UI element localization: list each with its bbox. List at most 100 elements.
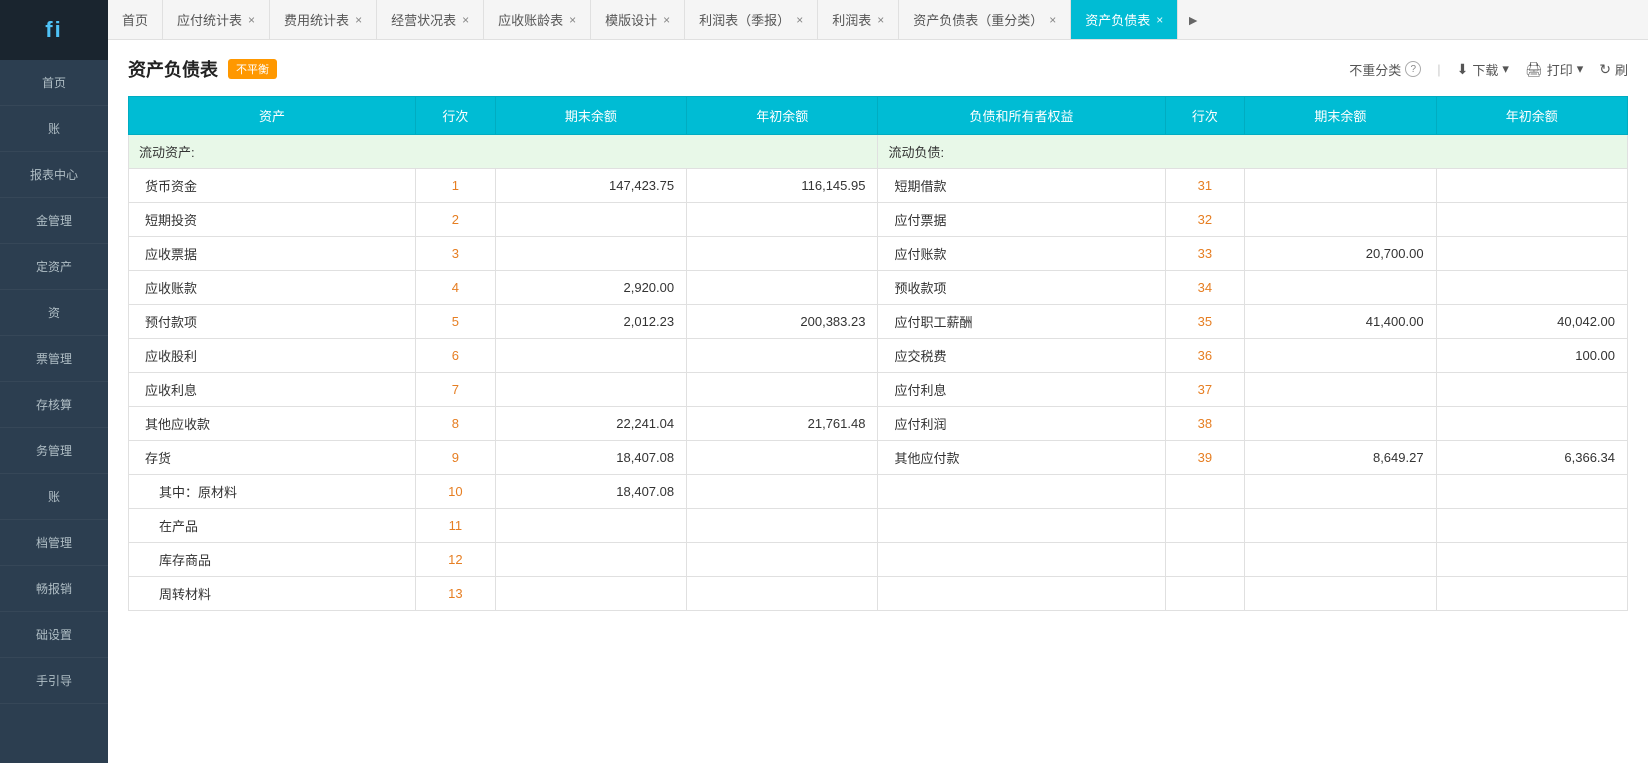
begin-balance2: 100.00 (1436, 339, 1627, 373)
begin-balance (687, 543, 878, 577)
col-begin-balance2: 年初余额 (1436, 97, 1627, 135)
tab-expense-stats-close[interactable]: × (355, 13, 362, 27)
row-number: 13 (416, 577, 496, 611)
row-number: 7 (416, 373, 496, 407)
begin-balance: 21,761.48 (687, 407, 878, 441)
section-left-label: 流动资产: (129, 135, 878, 169)
row-number: 5 (416, 305, 496, 339)
tab-expense-stats[interactable]: 费用统计表 × (270, 0, 377, 40)
sidebar-item-expense[interactable]: 畅报销 (0, 566, 108, 612)
download-button[interactable]: ⬇ 下载 ▾ (1457, 60, 1509, 79)
tab-operation-close[interactable]: × (462, 13, 469, 27)
tab-home[interactable]: 首页 (108, 0, 163, 40)
sidebar-item-bill-management[interactable]: 票管理 (0, 336, 108, 382)
row-number2: 33 (1165, 237, 1245, 271)
end-balance (495, 373, 686, 407)
tab-template[interactable]: 模版设计 × (591, 0, 685, 40)
download-arrow-icon: ▾ (1502, 61, 1509, 77)
row-number2 (1165, 509, 1245, 543)
tab-ap-stats[interactable]: 应付统计表 × (163, 0, 270, 40)
tab-profit-quarterly-close[interactable]: × (796, 13, 803, 27)
tab-operation[interactable]: 经营状况表 × (377, 0, 484, 40)
tab-ar-aging-close[interactable]: × (569, 13, 576, 27)
tab-ar-aging[interactable]: 应收账龄表 × (484, 0, 591, 40)
end-balance2 (1245, 339, 1436, 373)
liability-label (878, 543, 1165, 577)
end-balance2 (1245, 407, 1436, 441)
tab-profit-quarterly[interactable]: 利润表（季报） × (685, 0, 818, 40)
sidebar-item-account[interactable]: 账 (0, 106, 108, 152)
sidebar-item-report-center[interactable]: 报表中心 (0, 152, 108, 198)
liability-label (878, 475, 1165, 509)
tab-bar: 首页 应付统计表 × 费用统计表 × 经营状况表 × 应收账龄表 × 模版设计 … (108, 0, 1648, 40)
end-balance: 18,407.08 (495, 475, 686, 509)
sidebar-item-ledger[interactable]: 账 (0, 474, 108, 520)
sidebar-item-archive[interactable]: 档管理 (0, 520, 108, 566)
row-number2: 34 (1165, 271, 1245, 305)
begin-balance (687, 577, 878, 611)
table-row: 其他应收款 8 22,241.04 21,761.48 应付利润 38 (129, 407, 1628, 441)
begin-balance (687, 509, 878, 543)
sidebar-item-fixed-assets[interactable]: 定资产 (0, 244, 108, 290)
begin-balance2 (1436, 543, 1627, 577)
end-balance2 (1245, 577, 1436, 611)
asset-label: 短期投资 (129, 203, 416, 237)
sidebar-item-fund-management[interactable]: 金管理 (0, 198, 108, 244)
col-asset: 资产 (129, 97, 416, 135)
sidebar-item-basic-settings[interactable]: 础设置 (0, 612, 108, 658)
sidebar-item-home[interactable]: 首页 (0, 60, 108, 106)
end-balance2 (1245, 271, 1436, 305)
print-button[interactable]: 🖨 打印 ▾ (1525, 60, 1583, 79)
liability-label: 应交税费 (878, 339, 1165, 373)
tab-bs-close[interactable]: × (1156, 13, 1163, 27)
tab-ap-stats-close[interactable]: × (248, 13, 255, 27)
tab-bs-reclassified-close[interactable]: × (1049, 13, 1056, 27)
sidebar: fi 首页 账 报表中心 金管理 定资产 资 票管理 存核算 务管理 账 档管理… (0, 0, 108, 763)
end-balance: 18,407.08 (495, 441, 686, 475)
tab-bs-reclassified-label: 资产负债表（重分类） (913, 10, 1043, 29)
sidebar-item-investment[interactable]: 资 (0, 290, 108, 336)
row-number2 (1165, 577, 1245, 611)
no-reclassify-label: 不重分类 (1349, 60, 1401, 79)
tab-bs[interactable]: 资产负债表 × (1071, 0, 1178, 40)
row-number: 1 (416, 169, 496, 203)
sidebar-item-inventory[interactable]: 存核算 (0, 382, 108, 428)
refresh-button[interactable]: ↻ 刷 (1599, 60, 1628, 79)
end-balance: 2,920.00 (495, 271, 686, 305)
no-reclassify-option[interactable]: 不重分类 ? (1349, 60, 1421, 79)
asset-label: 在产品 (129, 509, 416, 543)
tab-bs-reclassified[interactable]: 资产负债表（重分类） × (899, 0, 1071, 40)
section-right-label: 流动负债: (878, 135, 1628, 169)
col-row-num: 行次 (416, 97, 496, 135)
begin-balance2 (1436, 509, 1627, 543)
col-end-balance: 期末余额 (495, 97, 686, 135)
col-row-num2: 行次 (1165, 97, 1245, 135)
table-row: 应收股利 6 应交税费 36 100.00 (129, 339, 1628, 373)
row-number: 12 (416, 543, 496, 577)
main-area: 首页 应付统计表 × 费用统计表 × 经营状况表 × 应收账龄表 × 模版设计 … (108, 0, 1648, 763)
begin-balance (687, 475, 878, 509)
begin-balance (687, 339, 878, 373)
asset-label: 应收账款 (129, 271, 416, 305)
end-balance (495, 339, 686, 373)
begin-balance2 (1436, 169, 1627, 203)
end-balance2 (1245, 475, 1436, 509)
sidebar-item-guide[interactable]: 手引导 (0, 658, 108, 704)
asset-label: 存货 (129, 441, 416, 475)
row-number2: 31 (1165, 169, 1245, 203)
tab-scroll-right[interactable]: ► (1178, 0, 1208, 40)
row-number: 11 (416, 509, 496, 543)
tab-profit-close[interactable]: × (877, 13, 884, 27)
help-icon[interactable]: ? (1405, 61, 1421, 77)
end-balance: 22,241.04 (495, 407, 686, 441)
row-number2 (1165, 475, 1245, 509)
tab-template-close[interactable]: × (663, 13, 670, 27)
row-number: 3 (416, 237, 496, 271)
table-row: 库存商品 12 (129, 543, 1628, 577)
end-balance (495, 543, 686, 577)
end-balance2: 20,700.00 (1245, 237, 1436, 271)
tab-profit[interactable]: 利润表 × (818, 0, 899, 40)
begin-balance2 (1436, 475, 1627, 509)
print-label: 打印 (1547, 60, 1573, 79)
sidebar-item-tax-management[interactable]: 务管理 (0, 428, 108, 474)
